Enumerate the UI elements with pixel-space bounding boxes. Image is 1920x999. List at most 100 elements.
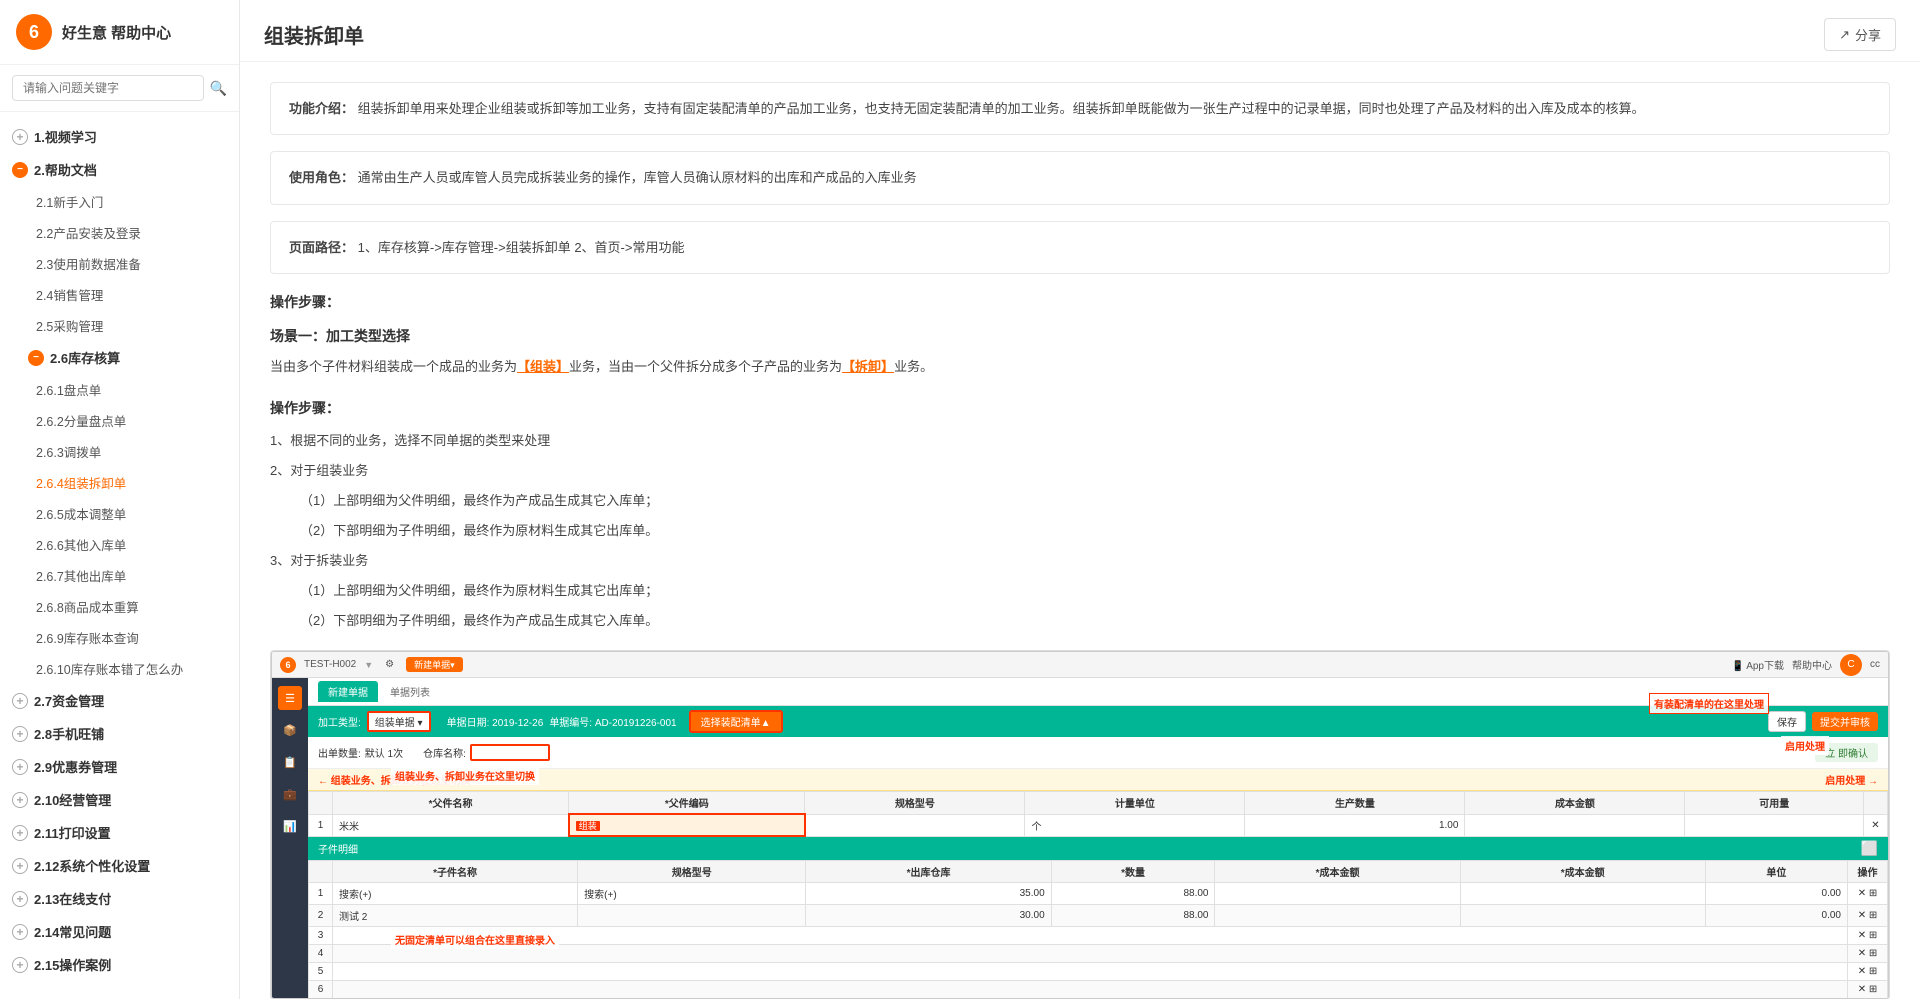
share-label: 分享: [1855, 25, 1881, 44]
path-block: 页面路径： 1、库存核算->库存管理->组装拆卸单 2、首页->常用功能: [270, 221, 1890, 274]
app-annotation-enable: 启用处理 →: [1825, 772, 1878, 787]
sidebar-item-label: 2.7资金管理: [34, 691, 104, 710]
feature-intro-label: 功能介绍：: [289, 101, 354, 116]
sidebar-item-label: 2.14常见问题: [34, 922, 111, 941]
sidebar-item-label: 2.11打印设置: [34, 823, 111, 842]
main-header: 组装拆卸单 ↗ 分享: [240, 0, 1920, 62]
feature-intro-text: 组装拆卸单用来处理企业组装或拆卸等加工业务，支持有固定装配清单的产品加工业务，也…: [358, 101, 1645, 116]
sidebar-item-print[interactable]: + 2.11打印设置: [0, 816, 239, 849]
share-button[interactable]: ↗ 分享: [1824, 18, 1896, 51]
sidebar-item-label: 1.视频学习: [34, 127, 97, 146]
app-sidebar-icon2: 📦: [278, 718, 302, 742]
app-type-select[interactable]: 组装单据 ▾: [367, 711, 431, 732]
main-content: 组装拆卸单 ↗ 分享 功能介绍： 组装拆卸单用来处理企业组装或拆卸等加工业务，支…: [240, 0, 1920, 999]
sidebar-item-ledger-query[interactable]: 2.6.9库存账本查询: [0, 622, 239, 653]
sidebar-item-ledger-fix[interactable]: 2.6.10库存账本错了怎么办: [0, 653, 239, 684]
step2: 2、对于组装业务: [270, 458, 1890, 484]
sidebar-item-partial-stocktake[interactable]: 2.6.2分量盘点单: [0, 405, 239, 436]
custom-expand-icon: +: [12, 858, 28, 874]
app-tab-new[interactable]: 新建单据: [318, 681, 378, 702]
path-text: 1、库存核算->库存管理->组装拆卸单 2、首页->常用功能: [358, 240, 685, 255]
sidebar-item-coupon[interactable]: + 2.9优惠券管理: [0, 750, 239, 783]
sidebar-item-cases[interactable]: + 2.15操作案例: [0, 948, 239, 981]
app-form-qty: 出单数量: 默认 1次: [318, 745, 403, 760]
search-area: 🔍: [0, 65, 239, 112]
scene1-title: 场景一：加工类型选择: [270, 326, 1890, 346]
logo-area: 6 好生意 帮助中心: [0, 0, 239, 65]
inventory-collapse-icon: −: [28, 350, 44, 366]
sidebar-item-help-docs[interactable]: − 2.帮助文档: [0, 153, 239, 186]
step3: 3、对于拆装业务: [270, 548, 1890, 574]
sidebar-item-label: 2.13在线支付: [34, 889, 111, 908]
operation-steps-title: 操作步骤：: [270, 292, 1890, 312]
search-button[interactable]: 🔍: [210, 80, 227, 97]
scene1-desc: 当由多个子件材料组装成一个成品的业务为【组装】业务，当由一个父件拆分成多个子产品…: [270, 354, 1890, 380]
sidebar-item-beginner[interactable]: 2.1新手入门: [0, 186, 239, 217]
app-sidebar-icon5: 📊: [278, 814, 302, 838]
sidebar-item-transfer[interactable]: 2.6.3调拨单: [0, 436, 239, 467]
app-lower-table-header: 子件明细 ⬜: [308, 837, 1888, 860]
sidebar-item-cost-recalc[interactable]: 2.6.8商品成本重算: [0, 591, 239, 622]
sidebar-item-sales[interactable]: 2.4销售管理: [0, 279, 239, 310]
cases-expand-icon: +: [12, 957, 28, 973]
feature-intro-block: 功能介绍： 组装拆卸单用来处理企业组装或拆卸等加工业务，支持有固定装配清单的产品…: [270, 82, 1890, 135]
expand-icon: +: [12, 129, 28, 145]
annotation-type-switch: 组装业务、拆卸业务在这里切换: [391, 766, 539, 785]
annotation-no-fixed: 无固定清单可以组合在这里直接录入: [391, 930, 559, 949]
role-block: 使用角色： 通常由生产人员或库管人员完成拆装业务的操作，库管人员确认原材料的出库…: [270, 151, 1890, 204]
app-expand-icon[interactable]: ⬜: [1861, 840, 1878, 857]
faq-expand-icon: +: [12, 924, 28, 940]
sidebar-item-finance[interactable]: + 2.7资金管理: [0, 684, 239, 717]
sidebar-item-payment[interactable]: + 2.13在线支付: [0, 882, 239, 915]
sidebar-item-faq[interactable]: + 2.14常见问题: [0, 915, 239, 948]
sidebar-item-install[interactable]: 2.2产品安装及登录: [0, 217, 239, 248]
app-lower-table: *子件名称 规格型号 *出库仓库 *数量 *成本金额 *成本金额 单位 操作: [308, 860, 1888, 998]
sidebar-item-mobile[interactable]: + 2.8手机旺铺: [0, 717, 239, 750]
app-toolbar-no: 单据编号: AD-20191226-001: [549, 714, 676, 729]
step2-sub1: （1）上部明细为父件明细，最终作为产成品生成其它入库单；: [300, 488, 1890, 514]
main-body: 功能介绍： 组装拆卸单用来处理企业组装或拆卸等加工业务，支持有固定装配清单的产品…: [240, 62, 1920, 999]
screenshot-container: 6 TEST-H002 ▼ ⚙ 新建单据▾ 📱 App下载 帮助中心 C cc …: [270, 650, 1890, 999]
sidebar-item-other-out[interactable]: 2.6.7其他出库单: [0, 560, 239, 591]
sidebar-item-data-prep[interactable]: 2.3使用前数据准备: [0, 248, 239, 279]
app-sidebar-icon4: 💼: [278, 782, 302, 806]
print-expand-icon: +: [12, 825, 28, 841]
sidebar-item-other-in[interactable]: 2.6.6其他入库单: [0, 529, 239, 560]
logo-icon: 6: [16, 14, 52, 50]
sidebar-item-assembly[interactable]: 2.6.4组装拆卸单: [0, 467, 239, 498]
sidebar-item-video-learning[interactable]: + 1.视频学习: [0, 120, 239, 153]
sidebar-item-label: 2.9优惠券管理: [34, 757, 117, 776]
role-label: 使用角色：: [289, 170, 354, 185]
app-assembly-list-btn[interactable]: 选择装配清单▲: [689, 710, 783, 733]
app-new-bill-btn[interactable]: 新建单据▾: [406, 657, 463, 672]
app-user-avatar: C: [1840, 654, 1862, 676]
app-form-warehouse: 仓库名称:: [423, 744, 550, 761]
app-topbar-menu: ⚙: [385, 659, 394, 670]
app-highlight-badge: 组装: [576, 821, 600, 831]
sidebar-item-label: 2.15操作案例: [34, 955, 111, 974]
app-submit-btn[interactable]: 提交并审核: [1812, 712, 1878, 731]
annotation-enable: 启用处理: [1781, 736, 1829, 755]
app-tab-list[interactable]: 单据列表: [380, 681, 440, 702]
page-title: 组装拆卸单: [264, 20, 364, 49]
sidebar-item-stocktake[interactable]: 2.6.1盘点单: [0, 374, 239, 405]
sidebar-item-inventory[interactable]: − 2.6库存核算: [0, 341, 239, 374]
app-warehouse-input[interactable]: [470, 744, 550, 761]
sidebar-item-label: 2.12系统个性化设置: [34, 856, 150, 875]
app-annotation-bar: ← 组装业务、拆卸业务在这里切换 启用处理 →: [308, 769, 1888, 791]
payment-expand-icon: +: [12, 891, 28, 907]
sidebar-item-cost-adjust[interactable]: 2.6.5成本调整单: [0, 498, 239, 529]
role-text: 通常由生产人员或库管人员完成拆装业务的操作，库管人员确认原材料的出库和产成品的入…: [358, 170, 917, 185]
sidebar-item-purchase[interactable]: 2.5采购管理: [0, 310, 239, 341]
app-upper-table: *父件名称 *父件编码 规格型号 计量单位 生产数量 成本金额 可用量: [308, 791, 1888, 837]
coupon-expand-icon: +: [12, 759, 28, 775]
nav-tree: + 1.视频学习 − 2.帮助文档 2.1新手入门 2.2产品安装及登录 2.3…: [0, 112, 239, 999]
sidebar-item-management[interactable]: + 2.10经营管理: [0, 783, 239, 816]
mgmt-expand-icon: +: [12, 792, 28, 808]
app-save-btn[interactable]: 保存: [1768, 711, 1806, 732]
search-input[interactable]: [12, 75, 204, 101]
sidebar-item-customization[interactable]: + 2.12系统个性化设置: [0, 849, 239, 882]
app-sidebar-icon1: ☰: [278, 686, 302, 710]
sidebar: 6 好生意 帮助中心 🔍 + 1.视频学习 − 2.帮助文档 2.1新手入门 2…: [0, 0, 240, 999]
share-icon: ↗: [1839, 27, 1850, 43]
